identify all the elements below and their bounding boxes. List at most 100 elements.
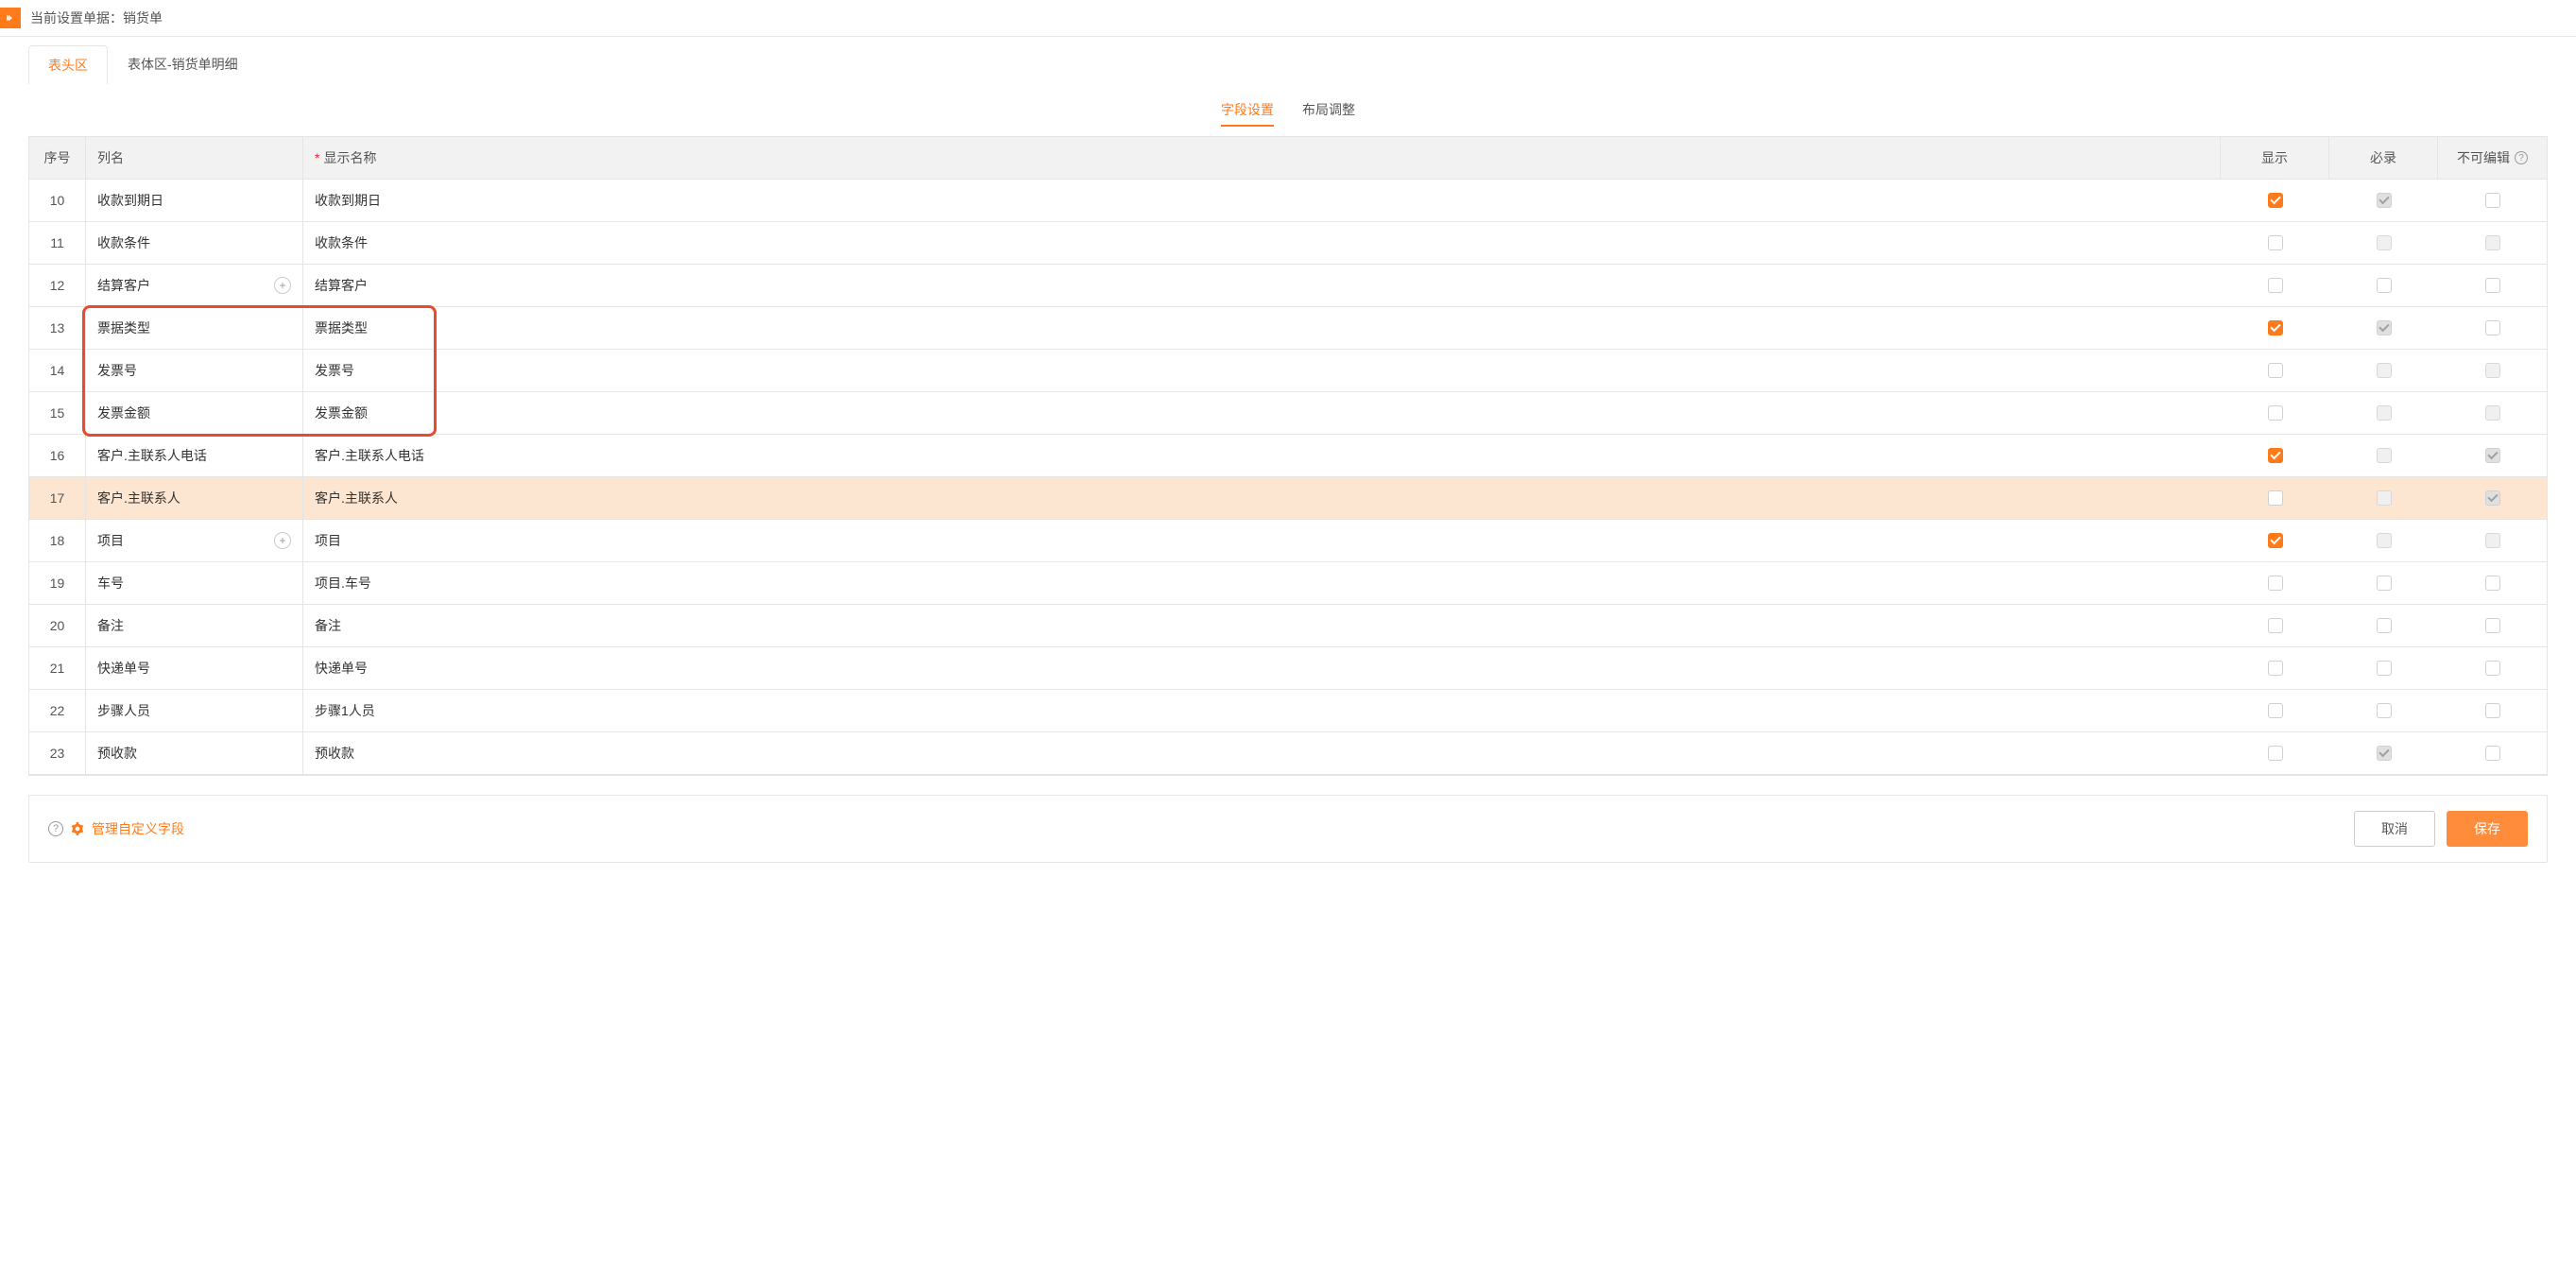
- show-checkbox[interactable]: [2268, 193, 2283, 208]
- save-button[interactable]: 保存: [2447, 811, 2528, 847]
- show-checkbox[interactable]: [2268, 746, 2283, 761]
- th-display: * 显示名称: [303, 137, 2221, 179]
- row-display-name[interactable]: 客户.主联系人电话: [303, 435, 2221, 476]
- readonly-checkbox-cell: [2438, 562, 2547, 604]
- required-checkbox-cell: [2329, 690, 2438, 731]
- footer-right: 取消 保存: [2354, 811, 2528, 847]
- required-checkbox: [2377, 490, 2392, 506]
- readonly-checkbox[interactable]: [2485, 703, 2500, 718]
- readonly-checkbox[interactable]: [2485, 661, 2500, 676]
- show-checkbox-cell: [2221, 690, 2329, 731]
- row-display-name[interactable]: 客户.主联系人: [303, 477, 2221, 519]
- readonly-checkbox: [2485, 235, 2500, 250]
- manage-custom-fields-link[interactable]: 管理自定义字段: [92, 819, 184, 838]
- row-index: 18: [29, 520, 86, 561]
- row-name-cell: 客户.主联系人电话: [86, 435, 303, 476]
- main-tabs: 表头区 表体区-销货单明细: [28, 44, 2548, 83]
- readonly-checkbox[interactable]: [2485, 576, 2500, 591]
- required-checkbox[interactable]: [2377, 618, 2392, 633]
- readonly-checkbox[interactable]: [2485, 193, 2500, 208]
- show-checkbox[interactable]: [2268, 490, 2283, 506]
- row-display-name[interactable]: 步骤1人员: [303, 690, 2221, 731]
- row-name: 备注: [97, 616, 124, 635]
- show-checkbox[interactable]: [2268, 405, 2283, 421]
- readonly-checkbox[interactable]: [2485, 278, 2500, 293]
- readonly-checkbox: [2485, 533, 2500, 548]
- table-body: 10收款到期日收款到期日11收款条件收款条件12结算客户+结算客户13票据类型票…: [29, 180, 2547, 775]
- show-checkbox[interactable]: [2268, 278, 2283, 293]
- required-checkbox[interactable]: [2377, 703, 2392, 718]
- row-display-name[interactable]: 快递单号: [303, 647, 2221, 689]
- footer-left: ? 管理自定义字段: [48, 819, 184, 838]
- show-checkbox[interactable]: [2268, 363, 2283, 378]
- required-checkbox-cell: [2329, 732, 2438, 774]
- show-checkbox[interactable]: [2268, 576, 2283, 591]
- th-index: 序号: [29, 137, 86, 179]
- required-checkbox: [2377, 405, 2392, 421]
- readonly-checkbox: [2485, 363, 2500, 378]
- required-checkbox: [2377, 193, 2392, 208]
- readonly-checkbox-cell: [2438, 647, 2547, 689]
- required-checkbox[interactable]: [2377, 661, 2392, 676]
- row-index: 16: [29, 435, 86, 476]
- show-checkbox[interactable]: [2268, 448, 2283, 463]
- table-header-row: 序号 列名 * 显示名称 显示 必录 不可编辑 ?: [29, 137, 2547, 180]
- row-index: 12: [29, 265, 86, 306]
- row-display-name[interactable]: 收款到期日: [303, 180, 2221, 221]
- help-icon[interactable]: ?: [2515, 151, 2528, 164]
- row-name: 收款条件: [97, 233, 150, 252]
- show-checkbox-cell: [2221, 520, 2329, 561]
- add-field-button[interactable]: +: [274, 532, 291, 549]
- help-icon[interactable]: ?: [48, 821, 63, 836]
- required-checkbox-cell: [2329, 392, 2438, 434]
- tab-body-area[interactable]: 表体区-销货单明细: [108, 44, 258, 83]
- show-checkbox[interactable]: [2268, 661, 2283, 676]
- header-bar: 当前设置单据： 销货单: [0, 0, 2576, 37]
- row-display-name[interactable]: 结算客户: [303, 265, 2221, 306]
- row-display-name[interactable]: 发票金额: [303, 392, 2221, 434]
- show-checkbox-cell: [2221, 562, 2329, 604]
- row-display-name[interactable]: 备注: [303, 605, 2221, 646]
- header-label: 当前设置单据：: [30, 9, 123, 27]
- row-name: 客户.主联系人: [97, 489, 180, 507]
- row-index: 22: [29, 690, 86, 731]
- row-display-name[interactable]: 项目: [303, 520, 2221, 561]
- row-name: 步骤人员: [97, 701, 150, 720]
- readonly-checkbox-cell: [2438, 435, 2547, 476]
- row-display-name[interactable]: 收款条件: [303, 222, 2221, 264]
- required-checkbox-cell: [2329, 647, 2438, 689]
- row-name: 客户.主联系人电话: [97, 446, 207, 465]
- readonly-checkbox[interactable]: [2485, 746, 2500, 761]
- required-checkbox[interactable]: [2377, 576, 2392, 591]
- row-index: 13: [29, 307, 86, 349]
- cancel-button[interactable]: 取消: [2354, 811, 2435, 847]
- sub-tab-field-settings[interactable]: 字段设置: [1221, 100, 1274, 127]
- required-checkbox[interactable]: [2377, 278, 2392, 293]
- add-field-button[interactable]: +: [274, 277, 291, 294]
- row-name-cell: 车号: [86, 562, 303, 604]
- show-checkbox[interactable]: [2268, 533, 2283, 548]
- required-checkbox-cell: [2329, 307, 2438, 349]
- toggle-sidebar-button[interactable]: [0, 8, 21, 28]
- show-checkbox[interactable]: [2268, 618, 2283, 633]
- row-name-cell: 客户.主联系人: [86, 477, 303, 519]
- show-checkbox[interactable]: [2268, 235, 2283, 250]
- show-checkbox[interactable]: [2268, 320, 2283, 335]
- table-row: 14发票号发票号: [29, 350, 2547, 392]
- row-index: 11: [29, 222, 86, 264]
- readonly-checkbox[interactable]: [2485, 618, 2500, 633]
- readonly-checkbox: [2485, 448, 2500, 463]
- sub-tab-layout-adjust[interactable]: 布局调整: [1302, 100, 1355, 127]
- row-display-name[interactable]: 项目.车号: [303, 562, 2221, 604]
- th-name: 列名: [86, 137, 303, 179]
- required-checkbox: [2377, 533, 2392, 548]
- tab-header-area[interactable]: 表头区: [28, 45, 108, 84]
- row-display-name[interactable]: 票据类型: [303, 307, 2221, 349]
- show-checkbox-cell: [2221, 222, 2329, 264]
- row-name: 收款到期日: [97, 191, 163, 210]
- row-display-name[interactable]: 预收款: [303, 732, 2221, 774]
- readonly-checkbox[interactable]: [2485, 320, 2500, 335]
- row-display-name[interactable]: 发票号: [303, 350, 2221, 391]
- readonly-checkbox-cell: [2438, 307, 2547, 349]
- show-checkbox[interactable]: [2268, 703, 2283, 718]
